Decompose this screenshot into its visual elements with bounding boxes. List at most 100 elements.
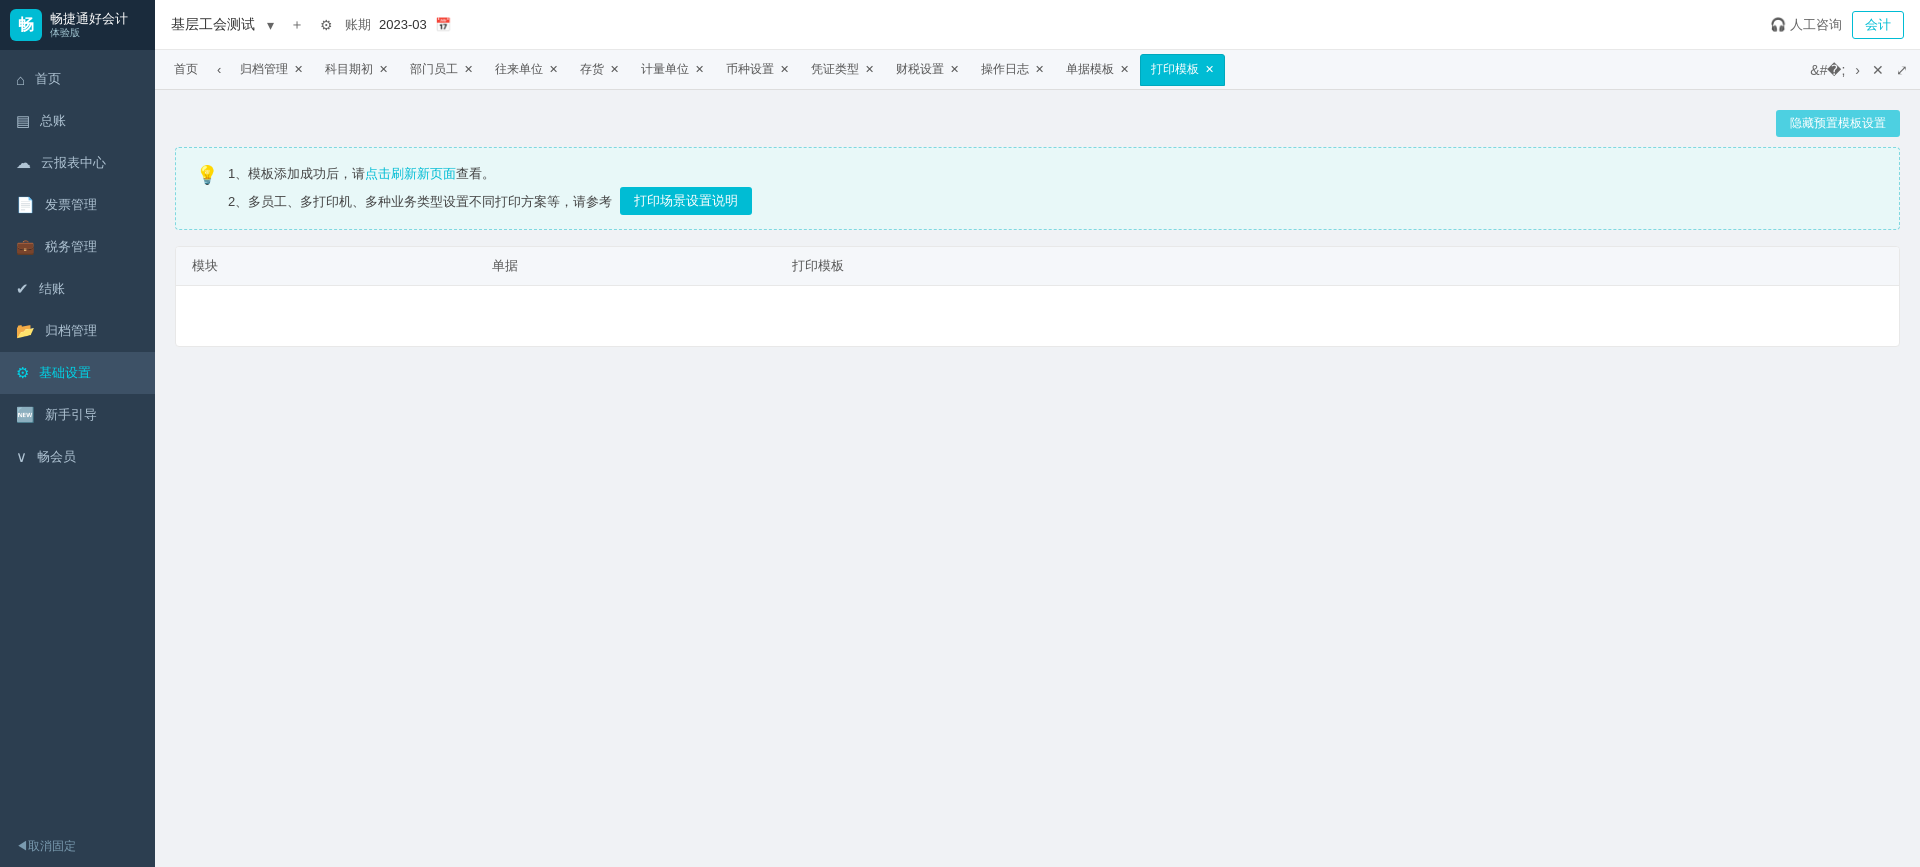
refresh-link[interactable]: 点击刷新新页面 [365, 166, 456, 181]
info-line2-text: 2、多员工、多打印机、多种业务类型设置不同打印方案等，请参考 [228, 190, 612, 213]
human-service-button[interactable]: 🎧 人工咨询 [1770, 16, 1842, 34]
data-table: 模块 单据 打印模板 [175, 246, 1900, 347]
sidebar-item-archive[interactable]: 📂 归档管理 [0, 310, 155, 352]
lightbulb-icon: 💡 [196, 164, 218, 186]
tab-operation-log[interactable]: 操作日志 ✕ [970, 54, 1055, 86]
sidebar-item-label: 总账 [40, 112, 66, 130]
sidebar-item-ledger[interactable]: ▤ 总账 [0, 100, 155, 142]
sidebar-item-label: 新手引导 [45, 406, 97, 424]
tab-voucher-type[interactable]: 凭证类型 ✕ [800, 54, 885, 86]
tab-close-icon[interactable]: ✕ [950, 63, 959, 76]
sidebar-item-invoice[interactable]: 📄 发票管理 [0, 184, 155, 226]
tab-label: 币种设置 [726, 61, 774, 78]
table-col-print-template: 打印模板 [776, 247, 1899, 285]
tab-close-icon[interactable]: ✕ [549, 63, 558, 76]
tab-single-form[interactable]: 单据模板 ✕ [1055, 54, 1140, 86]
sidebar-item-label: 首页 [35, 70, 61, 88]
sidebar-item-checkout[interactable]: ✔ 结账 [0, 268, 155, 310]
tab-label: 操作日志 [981, 61, 1029, 78]
ledger-icon: ▤ [16, 112, 30, 130]
settings-gear-icon[interactable]: ⚙ [316, 15, 337, 35]
table-header: 模块 单据 打印模板 [176, 247, 1899, 286]
cancel-pin-button[interactable]: ◀︎取消固定 [0, 826, 155, 867]
tab-label: 科目期初 [325, 61, 373, 78]
period-label: 账期 [345, 16, 371, 34]
tab-prev-button[interactable]: &#�; [1806, 60, 1849, 80]
home-icon: ⌂ [16, 71, 25, 88]
sidebar-item-tax[interactable]: 💼 税务管理 [0, 226, 155, 268]
tab-next-button[interactable]: › [1851, 60, 1864, 80]
tab-nav-arrows: &#�; › ✕ ⤢ [1806, 60, 1912, 80]
tab-label: 计量单位 [641, 61, 689, 78]
hide-preview-button[interactable]: 隐藏预置模板设置 [1776, 110, 1900, 137]
invoice-icon: 📄 [16, 196, 35, 214]
tab-archive-mgmt[interactable]: 归档管理 ✕ [229, 54, 314, 86]
sidebar-item-label: 归档管理 [45, 322, 97, 340]
tab-close-icon[interactable]: ✕ [610, 63, 619, 76]
tab-measure-unit[interactable]: 计量单位 ✕ [630, 54, 715, 86]
info-line1-suffix: 查看。 [456, 166, 495, 181]
tab-label: 部门员工 [410, 61, 458, 78]
tab-dept-staff[interactable]: 部门员工 ✕ [399, 54, 484, 86]
dropdown-icon[interactable]: ▾ [263, 15, 278, 35]
tab-currency[interactable]: 币种设置 ✕ [715, 54, 800, 86]
scene-setting-button[interactable]: 打印场景设置说明 [620, 187, 752, 215]
checkout-icon: ✔ [16, 280, 29, 298]
tab-close-icon[interactable]: ✕ [1120, 63, 1129, 76]
sidebar-item-basic[interactable]: ⚙ 基础设置 [0, 352, 155, 394]
sidebar-item-guide[interactable]: 🆕 新手引导 [0, 394, 155, 436]
headset-icon: 🎧 [1770, 17, 1786, 32]
tab-home[interactable]: 首页 [163, 54, 209, 86]
table-body-empty [176, 286, 1899, 346]
add-icon[interactable]: ＋ [286, 14, 308, 36]
topbar-left: 基层工会测试 ▾ ＋ ⚙ 账期 2023-03 📅 [171, 14, 451, 36]
sidebar: 畅 畅捷通好会计 体验版 ⌂ 首页 ▤ 总账 ☁ 云报表中心 📄 发票管理 💼 … [0, 0, 155, 867]
tab-close-icon[interactable]: ✕ [294, 63, 303, 76]
sidebar-nav: ⌂ 首页 ▤ 总账 ☁ 云报表中心 📄 发票管理 💼 税务管理 ✔ 结账 📂 归… [0, 50, 155, 826]
tab-close-all-button[interactable]: ✕ [1866, 60, 1890, 80]
tab-label: 归档管理 [240, 61, 288, 78]
tab-close-icon[interactable]: ✕ [780, 63, 789, 76]
tab-label: 凭证类型 [811, 61, 859, 78]
guide-icon: 🆕 [16, 406, 35, 424]
calendar-icon[interactable]: 📅 [435, 17, 451, 32]
tab-home-label: 首页 [174, 61, 198, 78]
tab-print-template[interactable]: 打印模板 ✕ [1140, 54, 1225, 86]
tax-icon: 💼 [16, 238, 35, 256]
tab-close-icon[interactable]: ✕ [1205, 63, 1214, 76]
tab-label: 单据模板 [1066, 61, 1114, 78]
tab-tax-setting[interactable]: 财税设置 ✕ [885, 54, 970, 86]
info-box: 💡 1、模板添加成功后，请点击刷新新页面查看。 2、多员工、多打印机、多种业务类… [175, 147, 1900, 230]
tab-expand-button[interactable]: ⤢ [1892, 60, 1912, 80]
sidebar-item-label: 结账 [39, 280, 65, 298]
tab-partner[interactable]: 往来单位 ✕ [484, 54, 569, 86]
tab-close-icon[interactable]: ✕ [464, 63, 473, 76]
logo-line1: 畅捷通好会计 [50, 11, 128, 27]
info-line1-prefix: 1、模板添加成功后，请 [228, 166, 365, 181]
tab-label: 打印模板 [1151, 61, 1199, 78]
period-value: 2023-03 [379, 17, 427, 32]
info-line2-wrapper: 2、多员工、多打印机、多种业务类型设置不同打印方案等，请参考 打印场景设置说明 [228, 187, 1879, 215]
logo-line2: 体验版 [50, 27, 128, 39]
table-col-module: 模块 [176, 247, 476, 285]
tab-inventory[interactable]: 存货 ✕ [569, 54, 630, 86]
sidebar-item-label: 畅会员 [37, 448, 76, 466]
topbar-actions: 🎧 人工咨询 会计 [1770, 11, 1904, 39]
sidebar-item-label: 基础设置 [39, 364, 91, 382]
info-line1: 1、模板添加成功后，请点击刷新新页面查看。 [228, 162, 1879, 185]
sidebar-item-label: 云报表中心 [41, 154, 106, 172]
sidebar-item-member[interactable]: ∨ 畅会员 [0, 436, 155, 478]
logo-text: 畅捷通好会计 体验版 [50, 11, 128, 39]
table-col-form: 单据 [476, 247, 776, 285]
human-service-label: 人工咨询 [1790, 16, 1842, 34]
tab-close-icon[interactable]: ✕ [865, 63, 874, 76]
content-area: 隐藏预置模板设置 💡 1、模板添加成功后，请点击刷新新页面查看。 2、多员工、多… [155, 90, 1920, 867]
sidebar-item-home[interactable]: ⌂ 首页 [0, 58, 155, 100]
tab-close-icon[interactable]: ✕ [379, 63, 388, 76]
tab-close-icon[interactable]: ✕ [695, 63, 704, 76]
sidebar-item-reports[interactable]: ☁ 云报表中心 [0, 142, 155, 184]
tab-subject-init[interactable]: 科目期初 ✕ [314, 54, 399, 86]
kuaiji-button[interactable]: 会计 [1852, 11, 1904, 39]
tab-close-icon[interactable]: ✕ [1035, 63, 1044, 76]
main-area: 基层工会测试 ▾ ＋ ⚙ 账期 2023-03 📅 🎧 人工咨询 会计 首页 ‹… [155, 0, 1920, 867]
